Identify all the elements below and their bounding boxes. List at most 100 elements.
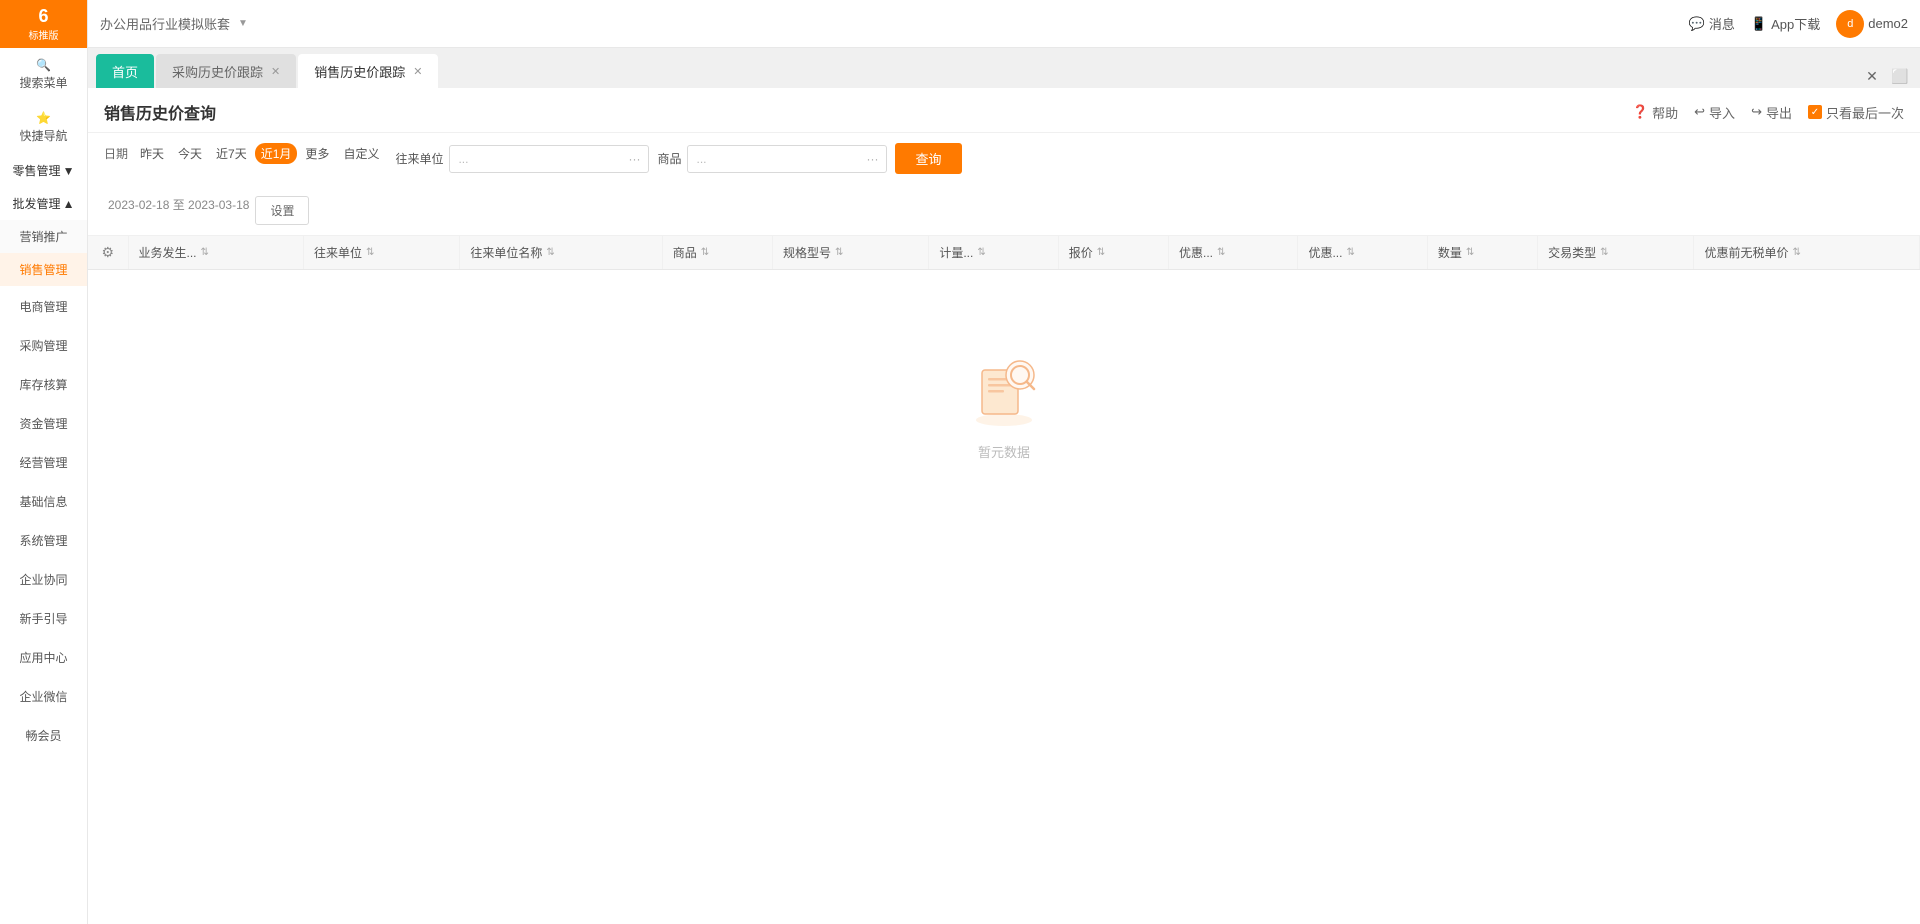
goods-filter-field: 商品 ... ··· bbox=[657, 145, 887, 173]
app-title: 办公用品行业模拟账套 bbox=[100, 14, 230, 33]
sort-icon-partner-name: ⇅ bbox=[546, 247, 554, 258]
export-action[interactable]: ↪ 导出 bbox=[1751, 103, 1792, 122]
search-icon: 🔍 bbox=[4, 58, 83, 72]
help-icon: ❓ bbox=[1632, 104, 1648, 120]
message-action[interactable]: 💬 消息 bbox=[1689, 14, 1735, 33]
sales-tab-close[interactable]: ✕ bbox=[413, 65, 422, 78]
user-profile[interactable]: d demo2 bbox=[1836, 10, 1908, 38]
logo[interactable]: 6 标推版 bbox=[0, 0, 87, 48]
goods-placeholder: ... bbox=[696, 152, 706, 166]
help-label: 帮助 bbox=[1652, 103, 1678, 122]
import-action[interactable]: ↩ 导入 bbox=[1694, 103, 1735, 122]
star-icon: ⭐ bbox=[4, 111, 83, 125]
date-range-text: 2023-02-18 至 2023-03-18 bbox=[108, 196, 249, 225]
sidebar-item-app-center[interactable]: 应用中心 bbox=[0, 637, 87, 676]
sidebar-item-member[interactable]: 畅会员 bbox=[0, 715, 87, 754]
sort-icon-trade-type: ⇅ bbox=[1600, 247, 1608, 258]
table-col-spec[interactable]: 规格型号 ⇅ bbox=[773, 236, 929, 270]
app-download-label: App下载 bbox=[1771, 14, 1820, 33]
date-btn-more[interactable]: 更多 bbox=[299, 143, 335, 164]
goods-label: 商品 bbox=[657, 150, 681, 167]
table-area: ⚙ 业务发生... ⇅ 往来单位 ⇅ bbox=[88, 236, 1920, 924]
maximize-button[interactable]: ⬜ bbox=[1888, 64, 1912, 88]
sidebar-item-finance[interactable]: 资金管理 bbox=[0, 403, 87, 442]
header-right: 💬 消息 📱 App下载 d demo2 bbox=[1689, 10, 1908, 38]
sidebar-item-guide[interactable]: 新手引导 bbox=[0, 598, 87, 637]
sort-icon-pre-tax-price: ⇅ bbox=[1792, 247, 1800, 258]
sidebar-item-ecommerce[interactable]: 电商管理 bbox=[0, 286, 87, 325]
table-header-row: ⚙ 业务发生... ⇅ 往来单位 ⇅ bbox=[88, 236, 1920, 270]
sidebar-item-enterprise[interactable]: 企业协同 bbox=[0, 559, 87, 598]
sort-icon-discount1: ⇅ bbox=[1217, 247, 1225, 258]
table-col-discount1[interactable]: 优惠... ⇅ bbox=[1169, 236, 1298, 270]
sidebar-item-operations[interactable]: 经营管理 bbox=[0, 442, 87, 481]
table-col-trade-type[interactable]: 交易类型 ⇅ bbox=[1538, 236, 1694, 270]
table-col-goods[interactable]: 商品 ⇅ bbox=[662, 236, 772, 270]
chevron-down-icon: ▼ bbox=[63, 164, 75, 178]
table-col-pre-tax-price[interactable]: 优惠前无税单价 ⇅ bbox=[1694, 236, 1920, 270]
sidebar-item-system[interactable]: 系统管理 bbox=[0, 520, 87, 559]
sidebar-item-wechat[interactable]: 企业微信 bbox=[0, 676, 87, 715]
empty-text: 暂元数据 bbox=[978, 442, 1030, 461]
setting-button[interactable]: 设置 bbox=[255, 196, 309, 225]
sort-icon-goods: ⇅ bbox=[701, 247, 709, 258]
sidebar-item-retail[interactable]: 零售管理 ▼ bbox=[0, 154, 87, 187]
goods-input-dots[interactable]: ··· bbox=[866, 152, 878, 166]
sort-icon-price: ⇅ bbox=[1097, 247, 1105, 258]
table-col-biz-date[interactable]: 业务发生... ⇅ bbox=[128, 236, 304, 270]
table-col-qty[interactable]: 数量 ⇅ bbox=[1427, 236, 1537, 270]
sort-icon-discount2: ⇅ bbox=[1346, 247, 1354, 258]
date-options: 昨天 今天 近7天 近1月 更多 自定义 bbox=[134, 143, 385, 164]
only-last-checkbox[interactable]: ✓ 只看最后一次 bbox=[1808, 103, 1904, 122]
purchase-tab-close[interactable]: ✕ bbox=[271, 65, 280, 78]
page-title-bar: 销售历史价查询 ❓ 帮助 ↩ 导入 ↪ 导出 ✓ 只看最后一次 bbox=[88, 88, 1920, 133]
sidebar-item-sales-mgmt[interactable]: 销售管理 bbox=[0, 253, 87, 286]
user-name: demo2 bbox=[1868, 16, 1908, 31]
sort-icon-partner-code: ⇅ bbox=[366, 247, 374, 258]
header-left: 办公用品行业模拟账套 ▼ bbox=[100, 14, 248, 33]
sidebar-item-basic-info[interactable]: 基础信息 bbox=[0, 481, 87, 520]
import-icon: ↩ bbox=[1694, 104, 1705, 120]
chevron-up-icon: ▲ bbox=[63, 197, 75, 211]
partner-filter-field: 往来单位 ... ··· bbox=[395, 145, 649, 173]
export-label: 导出 bbox=[1766, 103, 1792, 122]
tab-home[interactable]: 首页 bbox=[96, 54, 154, 88]
avatar: d bbox=[1836, 10, 1864, 38]
query-button[interactable]: 查询 bbox=[895, 143, 961, 174]
tab-sales[interactable]: 销售历史价跟踪 ✕ bbox=[298, 54, 438, 88]
sidebar-item-inventory[interactable]: 库存核算 bbox=[0, 364, 87, 403]
sidebar-item-search[interactable]: 🔍 搜索菜单 bbox=[0, 48, 87, 101]
date-btn-custom[interactable]: 自定义 bbox=[337, 143, 385, 164]
download-icon: 📱 bbox=[1751, 16, 1767, 32]
data-table: ⚙ 业务发生... ⇅ 往来单位 ⇅ bbox=[88, 236, 1920, 270]
date-btn-today[interactable]: 今天 bbox=[172, 143, 208, 164]
partner-input-dots[interactable]: ··· bbox=[628, 152, 640, 166]
partner-placeholder: ... bbox=[458, 152, 468, 166]
sidebar-item-quick-nav[interactable]: ⭐ 快捷导航 bbox=[0, 101, 87, 154]
help-action[interactable]: ❓ 帮助 bbox=[1632, 103, 1678, 122]
sidebar-item-wholesale[interactable]: 批发管理 ▲ bbox=[0, 187, 87, 220]
filter-inputs-row: 往来单位 ... ··· 商品 ... ··· 查询 bbox=[395, 143, 1904, 174]
partner-input[interactable]: ... ··· bbox=[449, 145, 649, 173]
app-download-action[interactable]: 📱 App下载 bbox=[1751, 14, 1820, 33]
tab-purchase[interactable]: 采购历史价跟踪 ✕ bbox=[156, 54, 296, 88]
sidebar-item-purchase[interactable]: 采购管理 bbox=[0, 325, 87, 364]
date-btn-last1m[interactable]: 近1月 bbox=[255, 143, 298, 164]
date-btn-last7[interactable]: 近7天 bbox=[210, 143, 253, 164]
sidebar: 6 标推版 🔍 搜索菜单 ⭐ 快捷导航 零售管理 ▼ 批发管理 ▲ 营销推广 销… bbox=[0, 0, 88, 924]
close-tab-button[interactable]: ✕ bbox=[1860, 64, 1884, 88]
header-dropdown-icon[interactable]: ▼ bbox=[238, 18, 248, 29]
gear-icon[interactable]: ⚙ bbox=[101, 244, 114, 260]
date-btn-yesterday[interactable]: 昨天 bbox=[134, 143, 170, 164]
checkbox-icon: ✓ bbox=[1808, 105, 1822, 119]
table-col-price[interactable]: 报价 ⇅ bbox=[1058, 236, 1168, 270]
sidebar-item-marketing[interactable]: 营销推广 bbox=[0, 220, 87, 253]
table-col-gear: ⚙ bbox=[88, 236, 128, 270]
table-col-partner-name[interactable]: 往来单位名称 ⇅ bbox=[460, 236, 662, 270]
table-col-discount2[interactable]: 优惠... ⇅ bbox=[1298, 236, 1427, 270]
tabs-bar: 首页 采购历史价跟踪 ✕ 销售历史价跟踪 ✕ ✕ ⬜ bbox=[88, 48, 1920, 88]
tabs-window-controls: ✕ ⬜ bbox=[1860, 64, 1912, 88]
goods-input[interactable]: ... ··· bbox=[687, 145, 887, 173]
table-col-partner-code[interactable]: 往来单位 ⇅ bbox=[304, 236, 460, 270]
table-col-unit[interactable]: 计量... ⇅ bbox=[929, 236, 1058, 270]
